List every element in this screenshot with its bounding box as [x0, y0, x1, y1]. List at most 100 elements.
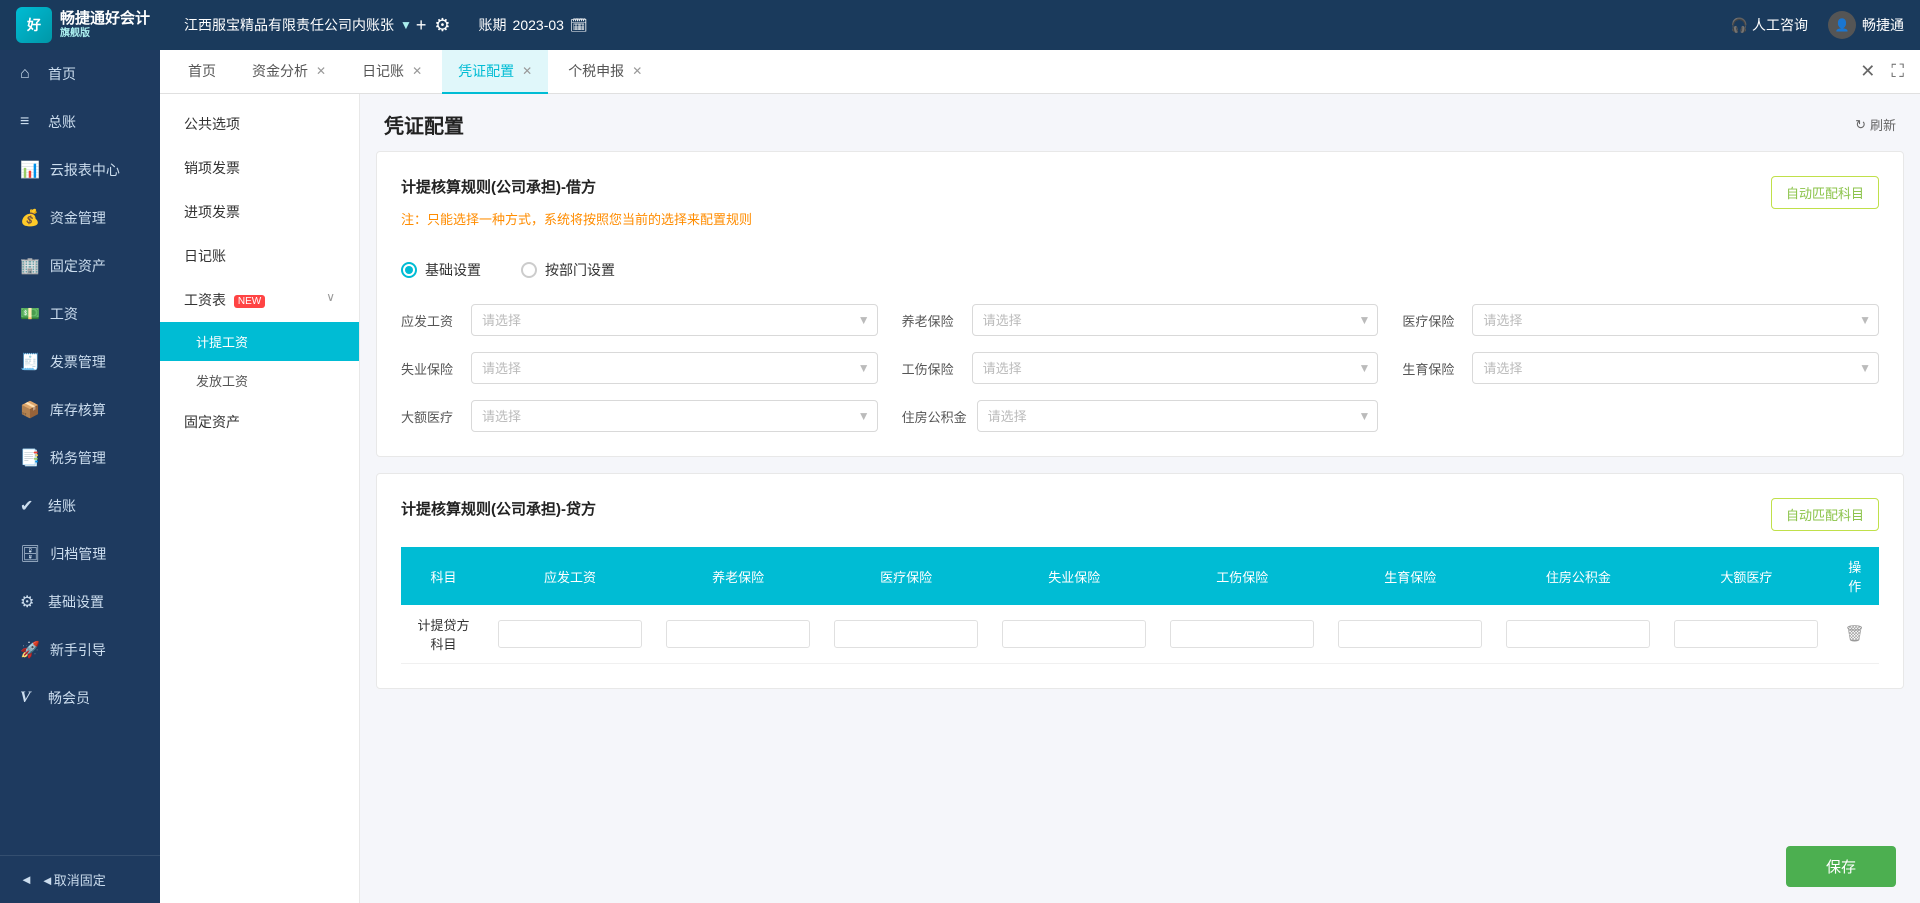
select-wrapper: 请选择 ▼ — [972, 304, 1379, 336]
col-operation: 操作 — [1830, 547, 1879, 605]
debit-section-title-area: 计提核算规则(公司承担)-借方 注：只能选择一种方式，系统将按照您当前的选择来配… — [401, 176, 752, 244]
sidebar-item-salary[interactable]: 💵 工资 — [0, 290, 160, 338]
left-nav-public[interactable]: 公共选项 — [160, 102, 359, 146]
save-button[interactable]: 保存 — [1786, 846, 1896, 887]
sidebar-item-ledger[interactable]: ≡ 总账 — [0, 98, 160, 146]
cell-gongshang[interactable] — [1158, 605, 1326, 664]
sidebar-item-label: 结账 — [48, 496, 76, 516]
asset-icon: 🏢 — [20, 256, 40, 276]
user-avatar[interactable]: 👤 畅捷通 — [1828, 11, 1904, 39]
field-label: 失业保险 — [401, 359, 461, 378]
sidebar-item-invoice[interactable]: 🧾 发票管理 — [0, 338, 160, 386]
left-nav-purchase-invoice[interactable]: 进项发票 — [160, 190, 359, 234]
sidebar-item-guide[interactable]: 🚀 新手引导 — [0, 626, 160, 674]
sidebar-item-tax[interactable]: 📑 税务管理 — [0, 434, 160, 482]
input-gongshang[interactable] — [1170, 620, 1314, 648]
right-content: 凭证配置 ↻ 刷新 计提核算规则(公司承担)-借方 注：只能选择一种方式，系统将… — [360, 94, 1920, 903]
refresh-icon: ↻ — [1855, 117, 1866, 133]
tab-fund-analysis[interactable]: 资金分析 ✕ — [236, 50, 342, 94]
cancel-fixed-button[interactable]: ◄ ◄取消固定 — [0, 855, 160, 903]
tab-voucher-config[interactable]: 凭证配置 ✕ — [442, 50, 548, 94]
cell-yingfa[interactable] — [486, 605, 654, 664]
sidebar: ⌂ 首页 ≡ 总账 📊 云报表中心 💰 资金管理 🏢 固定资产 💵 工资 🧾 发… — [0, 50, 160, 903]
cell-zhufang[interactable] — [1494, 605, 1662, 664]
company-selector[interactable]: 江西服宝精品有限责任公司内账张 ▼ — [184, 15, 412, 35]
radio-department[interactable]: 按部门设置 — [521, 260, 615, 280]
zhufang-gongjijin-select[interactable]: 请选择 — [977, 400, 1379, 432]
left-nav-fixed-asset[interactable]: 固定资产 — [160, 400, 359, 444]
shiye-baoxian-select[interactable]: 请选择 — [471, 352, 878, 384]
field-yiliao-baoxian: 医疗保险 请选择 ▼ — [1402, 304, 1879, 336]
cell-delete[interactable]: 🗑 — [1830, 605, 1879, 664]
support-button[interactable]: 🎧 人工咨询 — [1731, 15, 1808, 35]
cell-yanglao[interactable] — [654, 605, 822, 664]
tab-tax-report-close[interactable]: ✕ — [632, 64, 642, 78]
sidebar-item-home[interactable]: ⌂ 首页 — [0, 50, 160, 98]
cell-shiye[interactable] — [990, 605, 1158, 664]
delete-row-button[interactable]: 🗑 — [1845, 624, 1865, 644]
tab-home[interactable]: 首页 — [172, 50, 232, 94]
left-nav: 公共选项 销项发票 进项发票 日记账 工资表 NEW ∨ 计提工资 发放工资 固… — [160, 94, 360, 903]
tab-journal-close[interactable]: ✕ — [412, 64, 422, 78]
radio-basic[interactable]: 基础设置 — [401, 260, 481, 280]
input-shiye[interactable] — [1002, 620, 1146, 648]
invoice-icon: 🧾 — [20, 352, 40, 372]
select-wrapper: 请选择 ▼ — [471, 400, 878, 432]
refresh-button[interactable]: ↻ 刷新 — [1855, 115, 1896, 134]
sidebar-item-member[interactable]: V 畅会员 — [0, 674, 160, 722]
yingfa-gongzi-select[interactable]: 请选择 — [471, 304, 878, 336]
calendar-icon[interactable]: 🗓 — [570, 17, 588, 34]
settings-icon[interactable]: ⚙ — [430, 11, 454, 40]
select-wrapper: 请选择 ▼ — [1472, 352, 1879, 384]
input-yingfa[interactable] — [498, 620, 642, 648]
sidebar-item-label: 工资 — [50, 304, 78, 324]
input-shengyu[interactable] — [1338, 620, 1482, 648]
cancel-fixed-label: ◄取消固定 — [41, 870, 106, 889]
sidebar-item-inventory[interactable]: 📦 库存核算 — [0, 386, 160, 434]
sidebar-item-archive[interactable]: 🗄 归档管理 — [0, 530, 160, 578]
left-nav-calc-salary[interactable]: 计提工资 — [160, 322, 359, 361]
left-nav-salary-table[interactable]: 工资表 NEW ∨ — [160, 278, 359, 322]
tab-voucher-config-close[interactable]: ✕ — [522, 64, 532, 78]
input-zhufang[interactable] — [1506, 620, 1650, 648]
dae-yiliao-select[interactable]: 请选择 — [471, 400, 878, 432]
cell-dae[interactable] — [1662, 605, 1830, 664]
sidebar-item-report[interactable]: 📊 云报表中心 — [0, 146, 160, 194]
debit-auto-match-button[interactable]: 自动匹配科目 — [1771, 176, 1879, 209]
avatar-icon: 👤 — [1828, 11, 1856, 39]
sidebar-item-closing[interactable]: ✔ 结账 — [0, 482, 160, 530]
input-yanglao[interactable] — [666, 620, 810, 648]
sidebar-item-asset[interactable]: 🏢 固定资产 — [0, 242, 160, 290]
close-all-button[interactable]: ✕ — [1856, 57, 1879, 86]
tab-journal[interactable]: 日记账 ✕ — [346, 50, 438, 94]
input-dae[interactable] — [1674, 620, 1818, 648]
company-name: 江西服宝精品有限责任公司内账张 — [184, 15, 394, 35]
left-nav-journal[interactable]: 日记账 — [160, 234, 359, 278]
cell-yiliao[interactable] — [822, 605, 990, 664]
sidebar-item-fund[interactable]: 💰 资金管理 — [0, 194, 160, 242]
app-logo: 好 畅捷通好会计 旗舰版 — [16, 7, 176, 43]
left-nav-pay-salary[interactable]: 发放工资 — [160, 361, 359, 400]
yanglao-baoxian-select[interactable]: 请选择 — [972, 304, 1379, 336]
company-dropdown-icon[interactable]: ▼ — [400, 18, 412, 32]
cell-shengyu[interactable] — [1326, 605, 1494, 664]
period-selector[interactable]: 账期 2023-03 🗓 — [479, 15, 588, 35]
credit-auto-match-button[interactable]: 自动匹配科目 — [1771, 498, 1879, 531]
fullscreen-button[interactable]: ⛶ — [1887, 57, 1908, 86]
shengyu-baoxian-select[interactable]: 请选择 — [1472, 352, 1879, 384]
field-label: 医疗保险 — [1402, 311, 1462, 330]
col-shengyu: 生育保险 — [1326, 547, 1494, 605]
tab-fund-analysis-close[interactable]: ✕ — [316, 64, 326, 78]
yiliao-baoxian-select[interactable]: 请选择 — [1472, 304, 1879, 336]
input-yiliao[interactable] — [834, 620, 978, 648]
table-row: 计提贷方科目 🗑 — [401, 605, 1879, 664]
credit-table: 科目 应发工资 养老保险 医疗保险 失业保险 工伤保险 生育保险 住房公积金 大… — [401, 547, 1879, 664]
left-nav-sales-invoice[interactable]: 销项发票 — [160, 146, 359, 190]
gongshang-baoxian-select[interactable]: 请选择 — [972, 352, 1379, 384]
tab-home-label: 首页 — [188, 61, 216, 81]
field-yanglao-baoxian: 养老保险 请选择 ▼ — [902, 304, 1379, 336]
tab-tax-report[interactable]: 个税申报 ✕ — [552, 50, 658, 94]
col-yiliao: 医疗保险 — [822, 547, 990, 605]
sidebar-item-settings[interactable]: ⚙ 基础设置 — [0, 578, 160, 626]
add-account-button[interactable]: + — [412, 11, 431, 40]
